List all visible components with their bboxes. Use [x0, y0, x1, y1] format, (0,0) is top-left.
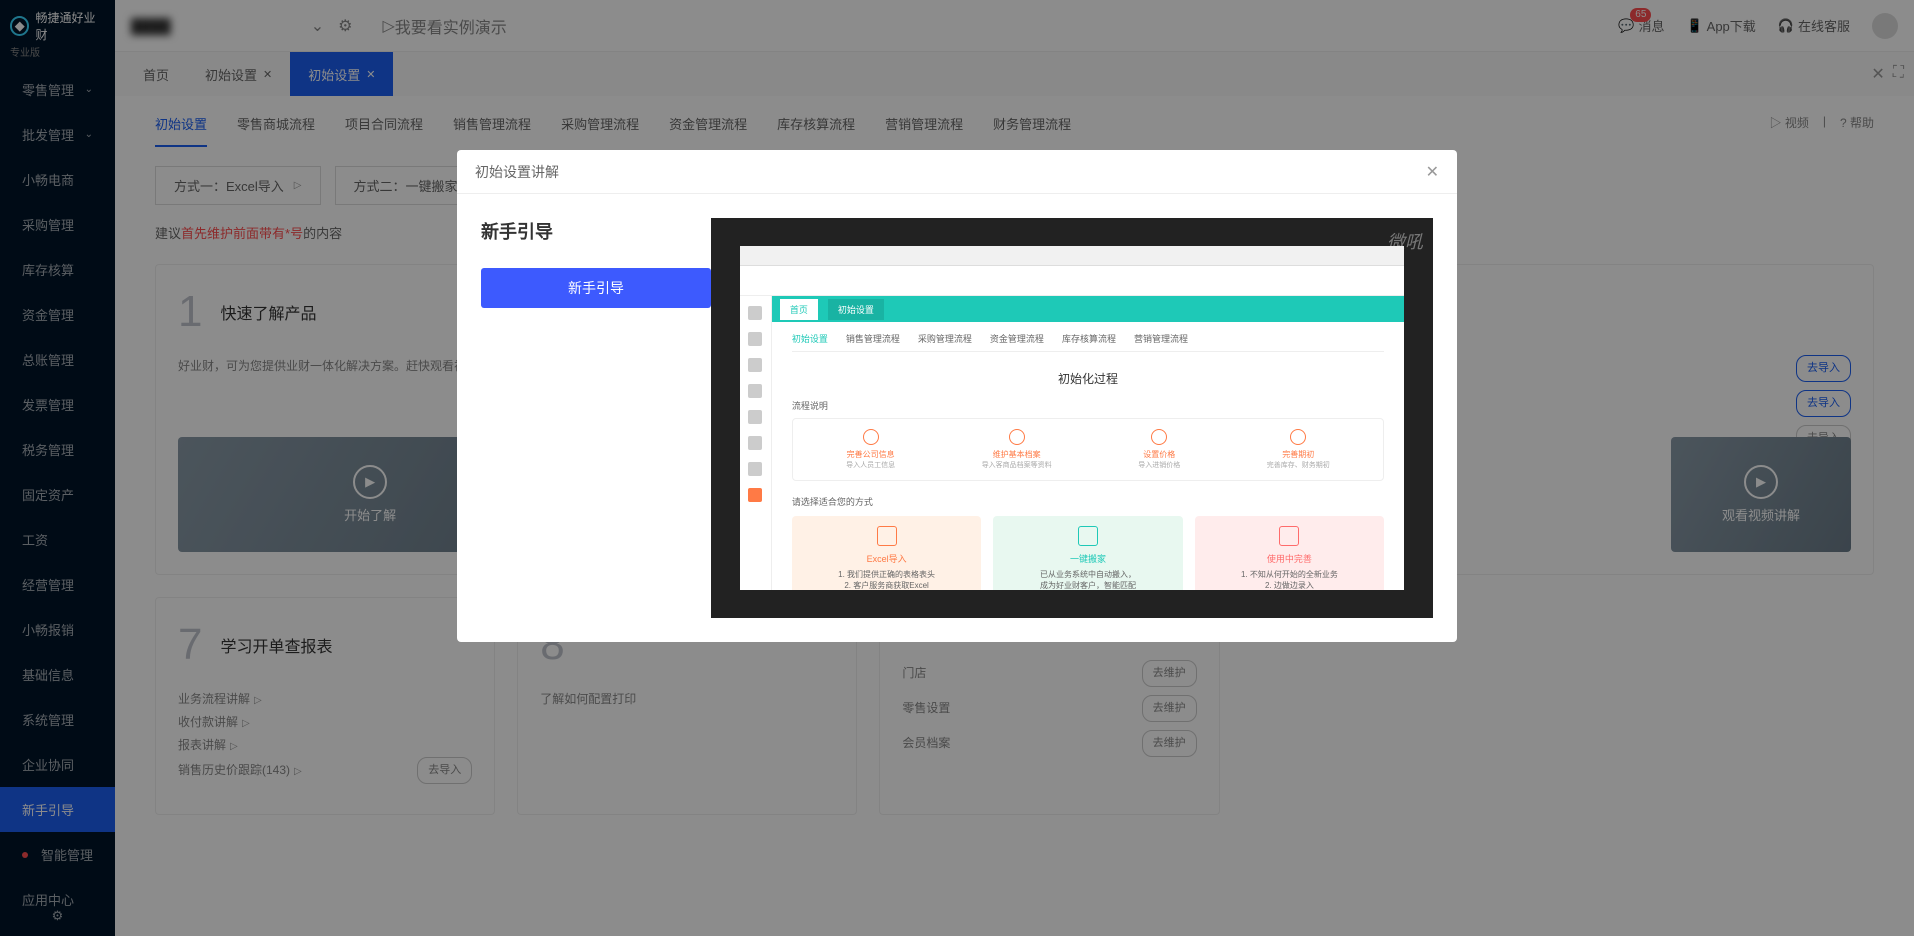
modal-body: 新手引导 新手引导 微吼 [457, 194, 1457, 642]
mi-subtabs: 初始设置 销售管理流程 采购管理流程 资金管理流程 库存核算流程 营销管理流程 [792, 332, 1384, 352]
mi-c2-l2: 成为好业财客户，智能匹配 [1001, 580, 1174, 590]
mi-subtab-2: 采购管理流程 [918, 332, 972, 345]
mi-toolbar [740, 266, 1404, 296]
mi-step-1: 维护基本档案导入客商品档案等资料 [982, 429, 1052, 470]
mi-c3-l1: 1. 不知从何开始的全新业务 [1203, 569, 1376, 580]
mi-step-0: 完善公司信息导入人员工信息 [846, 429, 895, 470]
mi-step-3: 完善期初完善库存、财务期初 [1267, 429, 1330, 470]
mi-card-migrate: 一键搬家 已从业务系统中自动搬入， 成为好业财客户，智能匹配 数据资源 [993, 516, 1182, 590]
mi-subtab-4: 库存核算流程 [1062, 332, 1116, 345]
modal-overlay[interactable]: 初始设置讲解 ✕ 新手引导 新手引导 微吼 [0, 0, 1914, 936]
mi-tab-setup: 初始设置 [828, 299, 884, 320]
mi-c3-t: 使用中完善 [1203, 552, 1376, 565]
mi-subtab-3: 资金管理流程 [990, 332, 1044, 345]
modal-left: 新手引导 新手引导 [481, 218, 711, 618]
mi-c1-l2: 2. 客户服务商获取Excel [800, 580, 973, 590]
modal-left-title: 新手引导 [481, 218, 711, 244]
mi-main: 首页 初始设置 初始设置销售管理流程采购管理流程资金管理流程库存核算流程营销管理… [772, 296, 1404, 590]
modal-close-icon[interactable]: ✕ [1426, 162, 1439, 182]
mi-subtab-1: 销售管理流程 [846, 332, 900, 345]
modal-video[interactable]: 微吼 首页 初始设置 [711, 218, 1433, 618]
mi-steps: 完善公司信息导入人员工信息 维护基本档案导入客商品档案等资料 设置价格导入进销价格 完… [792, 418, 1384, 481]
mi-sidebar [740, 296, 772, 590]
mi-tab-home: 首页 [780, 299, 818, 320]
modal-guide-button[interactable]: 新手引导 [481, 268, 711, 308]
modal-header: 初始设置讲解 ✕ [457, 150, 1457, 194]
mi-c1-l1: 1. 我们提供正确的表格表头 [800, 569, 973, 580]
mi-step-2: 设置价格导入进销价格 [1138, 429, 1180, 470]
mi-card-inuse: 使用中完善 1. 不知从何开始的全新业务 2. 边做边录入 [1195, 516, 1384, 590]
mi-steps-title: 流程说明 [792, 399, 1384, 412]
mi-card-excel: Excel导入 1. 我们提供正确的表格表头 2. 客户服务商获取Excel 3… [792, 516, 981, 590]
mi-c3-l2: 2. 边做边录入 [1203, 580, 1376, 590]
mi-subtab-5: 营销管理流程 [1134, 332, 1188, 345]
video-frame: 首页 初始设置 初始设置销售管理流程采购管理流程资金管理流程库存核算流程营销管理… [740, 246, 1404, 590]
mi-c2-l1: 已从业务系统中自动搬入， [1001, 569, 1174, 580]
modal: 初始设置讲解 ✕ 新手引导 新手引导 微吼 [457, 150, 1457, 642]
mi-c2-t: 一键搬家 [1001, 552, 1174, 565]
mi-title: 初始化过程 [792, 370, 1384, 387]
mi-select-title: 请选择适合您的方式 [792, 495, 1384, 508]
mi-c1-t: Excel导入 [800, 552, 973, 565]
modal-title: 初始设置讲解 [475, 162, 559, 182]
mi-browser-bar [740, 246, 1404, 266]
mi-subtab-0: 初始设置 [792, 332, 828, 345]
